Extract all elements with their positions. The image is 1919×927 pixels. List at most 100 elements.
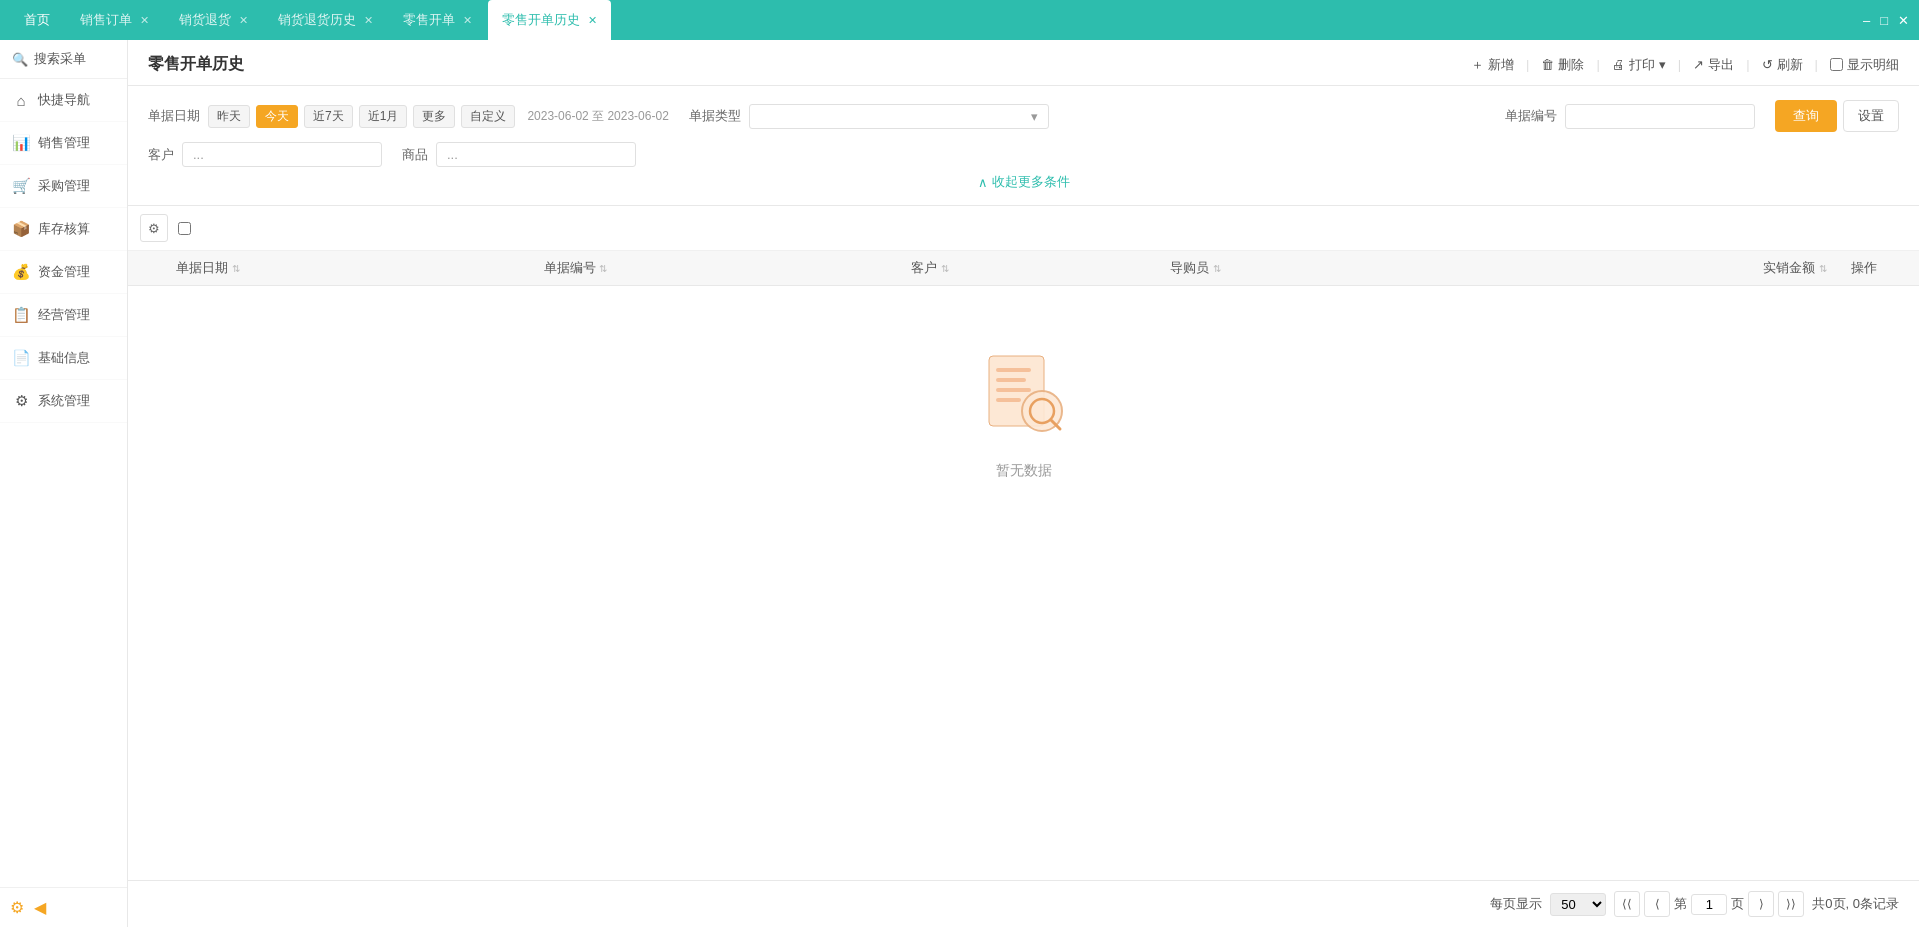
- tab-retail-open-history-label: 零售开单历史: [502, 11, 580, 29]
- empty-row: 暂无数据: [128, 286, 1919, 541]
- date-btn-7days[interactable]: 近7天: [304, 105, 353, 128]
- sidebar-item-quick-nav-label: 快捷导航: [38, 91, 90, 109]
- page-prefix-label: 第: [1674, 895, 1687, 913]
- purchase-icon: 🛒: [12, 177, 30, 195]
- tab-list: 首页 销售订单 ✕ 销货退货 ✕ 销货退货历史 ✕ 零售开单 ✕ 零售开单历史 …: [10, 0, 1863, 40]
- search-icon: 🔍: [12, 52, 28, 67]
- tab-sales-order-close[interactable]: ✕: [140, 14, 149, 27]
- tab-home[interactable]: 首页: [10, 0, 64, 40]
- col-doc-no-sort-icon: ⇅: [599, 263, 607, 274]
- operations-icon: 📋: [12, 306, 30, 324]
- system-icon: ⚙: [12, 392, 30, 410]
- minimize-button[interactable]: –: [1863, 13, 1870, 28]
- select-all-checkbox[interactable]: [178, 222, 191, 235]
- tab-retail-open-history[interactable]: 零售开单历史 ✕: [488, 0, 611, 40]
- close-button[interactable]: ✕: [1898, 13, 1909, 28]
- maximize-button[interactable]: □: [1880, 13, 1888, 28]
- doc-type-select[interactable]: ▾: [749, 104, 1049, 129]
- pagination: 每页显示 50 20 100 ⟨⟨ ⟨ 第 1 页 ⟩ ⟩⟩ 共0页, 0条记录: [128, 880, 1919, 927]
- page-input[interactable]: 1: [1691, 894, 1727, 915]
- goods-select[interactable]: ...: [436, 142, 636, 167]
- date-buttons: 昨天 今天 近7天 近1月 更多 自定义: [208, 105, 515, 128]
- print-icon: 🖨: [1612, 57, 1625, 72]
- col-customer[interactable]: 客户 ⇅: [899, 251, 1158, 286]
- empty-svg: [974, 346, 1074, 446]
- tab-sales-return-history[interactable]: 销货退货历史 ✕: [264, 0, 387, 40]
- date-btn-more[interactable]: 更多: [413, 105, 455, 128]
- sidebar-item-system-label: 系统管理: [38, 392, 90, 410]
- tab-sales-return[interactable]: 销货退货 ✕: [165, 0, 262, 40]
- col-amount[interactable]: 实销金额 ⇅: [1471, 251, 1839, 286]
- tab-retail-open[interactable]: 零售开单 ✕: [389, 0, 486, 40]
- tab-sales-return-close[interactable]: ✕: [239, 14, 248, 27]
- sidebar-search[interactable]: 🔍 搜索采单: [0, 40, 127, 79]
- customer-label: 客户: [148, 146, 174, 164]
- sidebar-item-purchase-mgmt[interactable]: 🛒 采购管理: [0, 165, 127, 208]
- col-date-sort-icon: ⇅: [232, 263, 240, 274]
- goods-filter: 商品 ...: [402, 142, 636, 167]
- svg-rect-3: [996, 388, 1031, 392]
- collapse-filter-button[interactable]: ∧ 收起更多条件: [148, 167, 1899, 191]
- date-btn-yesterday[interactable]: 昨天: [208, 105, 250, 128]
- data-table: 单据日期 ⇅ 单据编号 ⇅ 客户 ⇅ 导购员: [128, 251, 1919, 540]
- svg-rect-4: [996, 398, 1021, 402]
- empty-state: 暂无数据: [128, 286, 1919, 540]
- delete-button[interactable]: 🗑 删除: [1541, 56, 1584, 74]
- customer-select[interactable]: ...: [182, 142, 382, 167]
- settings-button[interactable]: 设置: [1843, 100, 1899, 132]
- sidebar-collapse-icon[interactable]: ◀: [34, 898, 46, 917]
- date-btn-1month[interactable]: 近1月: [359, 105, 408, 128]
- print-button[interactable]: 🖨 打印 ▾: [1612, 56, 1666, 74]
- sidebar-item-sales-mgmt-label: 销售管理: [38, 134, 90, 152]
- col-doc-no[interactable]: 单据编号 ⇅: [532, 251, 900, 286]
- sidebar-item-quick-nav[interactable]: ⌂ 快捷导航: [0, 79, 127, 122]
- basic-info-icon: 📄: [12, 349, 30, 367]
- sidebar-search-label: 搜索采单: [34, 50, 86, 68]
- empty-text: 暂无数据: [996, 462, 1052, 480]
- delete-icon: 🗑: [1541, 57, 1554, 72]
- doc-no-input[interactable]: [1565, 104, 1755, 129]
- sidebar-item-inventory[interactable]: 📦 库存核算: [0, 208, 127, 251]
- prev-page-button[interactable]: ⟨: [1644, 891, 1670, 917]
- query-button[interactable]: 查询: [1775, 100, 1837, 132]
- sales-icon: 📊: [12, 134, 30, 152]
- sidebar-item-inventory-label: 库存核算: [38, 220, 90, 238]
- page-nav: ⟨⟨ ⟨ 第 1 页 ⟩ ⟩⟩: [1614, 891, 1804, 917]
- export-button[interactable]: ↗ 导出: [1693, 56, 1734, 74]
- tab-sales-order[interactable]: 销售订单 ✕: [66, 0, 163, 40]
- tab-sales-return-history-close[interactable]: ✕: [364, 14, 373, 27]
- date-btn-custom[interactable]: 自定义: [461, 105, 515, 128]
- print-label: 打印: [1629, 56, 1655, 74]
- col-checkbox: [128, 251, 164, 286]
- table-header: 单据日期 ⇅ 单据编号 ⇅ 客户 ⇅ 导购员: [128, 251, 1919, 286]
- col-amount-label: 实销金额: [1763, 260, 1815, 275]
- display-detail-button[interactable]: 显示明细: [1830, 56, 1899, 74]
- next-page-button[interactable]: ⟩: [1748, 891, 1774, 917]
- tab-retail-open-history-close[interactable]: ✕: [588, 14, 597, 27]
- main-layout: 🔍 搜索采单 ⌂ 快捷导航 📊 销售管理 🛒 采购管理 📦 库存核算 💰 资金管…: [0, 40, 1919, 927]
- doc-no-label: 单据编号: [1505, 107, 1557, 125]
- sidebar-item-finance[interactable]: 💰 资金管理: [0, 251, 127, 294]
- tab-retail-open-close[interactable]: ✕: [463, 14, 472, 27]
- chevron-up-icon: ∧: [978, 175, 988, 190]
- sidebar-item-system[interactable]: ⚙ 系统管理: [0, 380, 127, 423]
- sidebar-item-operations[interactable]: 📋 经营管理: [0, 294, 127, 337]
- first-page-button[interactable]: ⟨⟨: [1614, 891, 1640, 917]
- last-page-button[interactable]: ⟩⟩: [1778, 891, 1804, 917]
- display-detail-checkbox[interactable]: [1830, 58, 1843, 71]
- table-settings-icon[interactable]: ⚙: [140, 214, 168, 242]
- col-date[interactable]: 单据日期 ⇅: [164, 251, 532, 286]
- sidebar-item-basic-info[interactable]: 📄 基础信息: [0, 337, 127, 380]
- add-button[interactable]: ＋ 新增: [1471, 56, 1514, 74]
- per-page-select[interactable]: 50 20 100: [1550, 893, 1606, 916]
- col-salesperson[interactable]: 导购员 ⇅: [1158, 251, 1471, 286]
- home-icon: ⌂: [12, 92, 30, 109]
- sidebar-item-finance-label: 资金管理: [38, 263, 90, 281]
- sidebar-settings-icon[interactable]: ⚙: [10, 898, 24, 917]
- refresh-button[interactable]: ↺ 刷新: [1762, 56, 1803, 74]
- per-page-label: 每页显示: [1490, 895, 1542, 913]
- sidebar-item-sales-mgmt[interactable]: 📊 销售管理: [0, 122, 127, 165]
- display-detail-label: 显示明细: [1847, 56, 1899, 74]
- date-btn-today[interactable]: 今天: [256, 105, 298, 128]
- tab-sales-return-label: 销货退货: [179, 11, 231, 29]
